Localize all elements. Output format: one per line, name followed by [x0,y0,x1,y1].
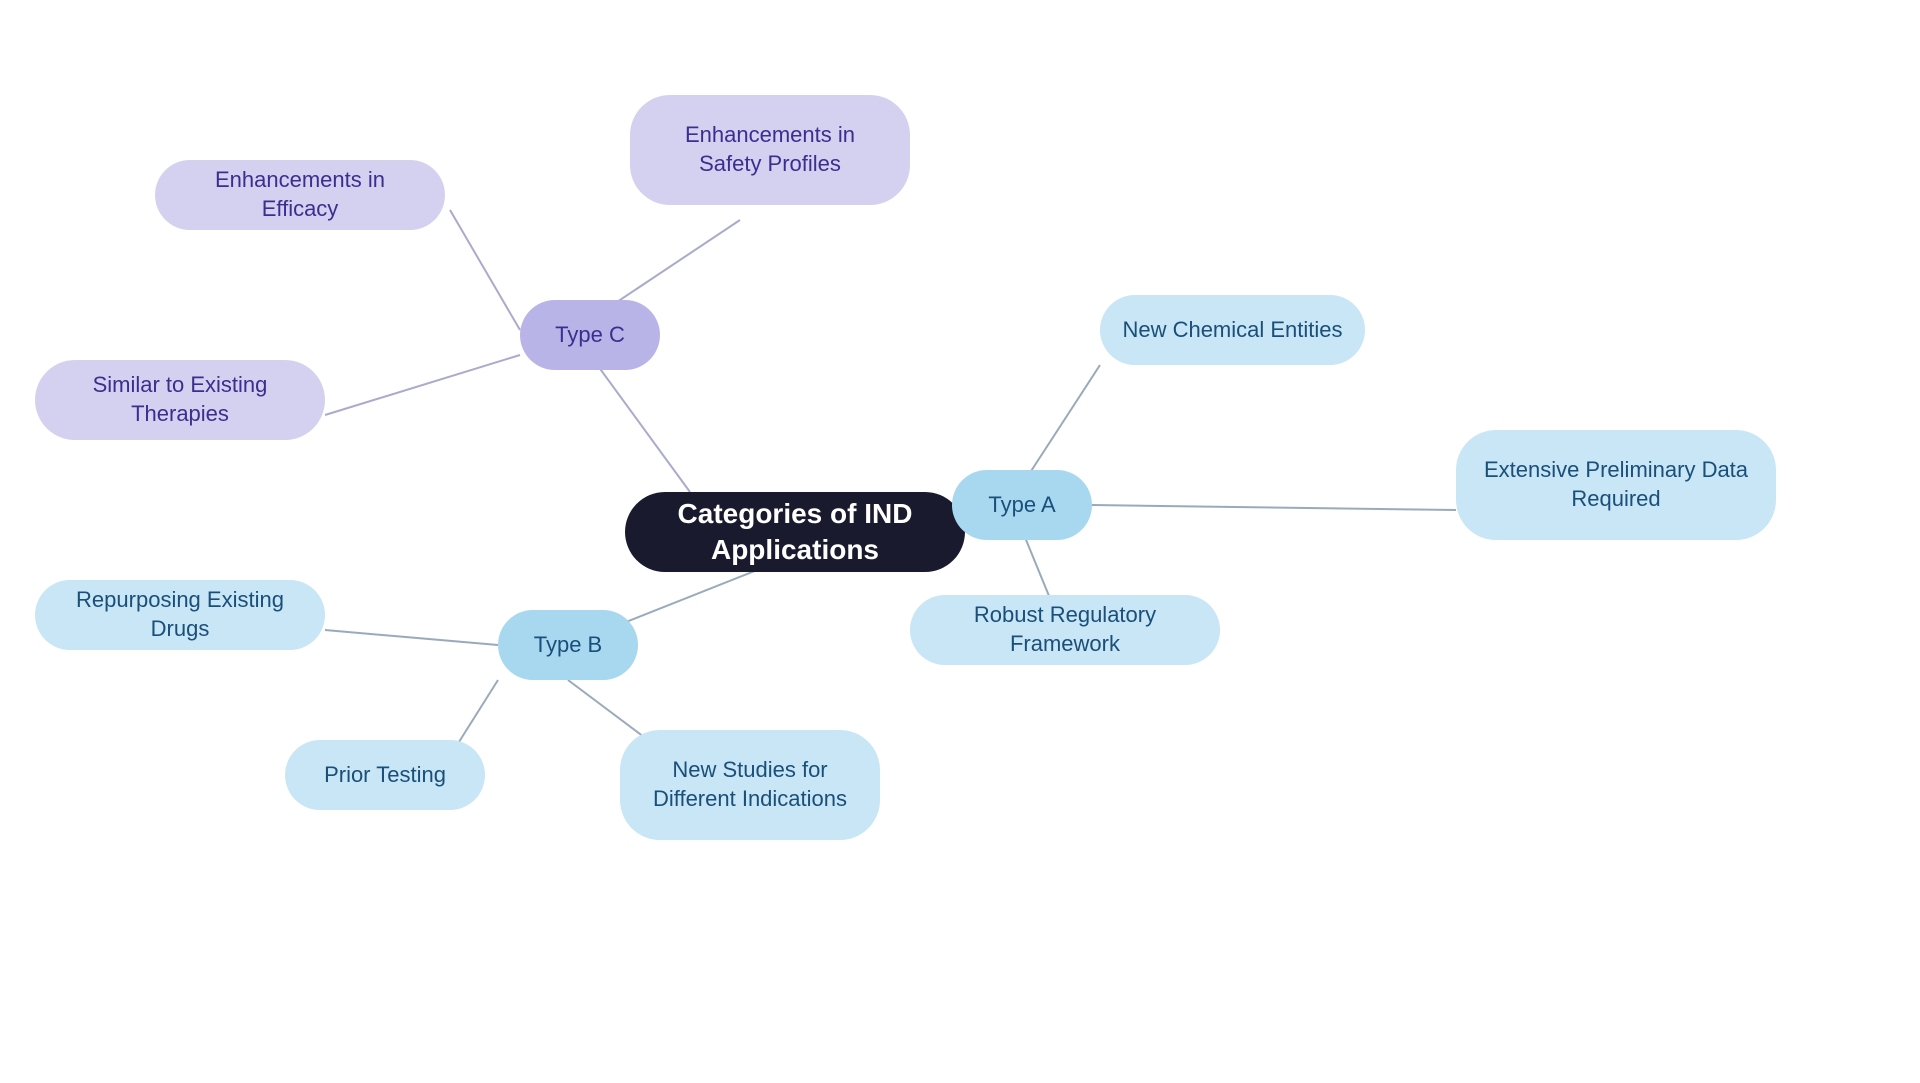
new-studies-node: New Studies for Different Indications [620,730,880,840]
similar-therapies-node: Similar to Existing Therapies [35,360,325,440]
type-a-node: Type A [952,470,1092,540]
enhancements-efficacy-node: Enhancements in Efficacy [155,160,445,230]
enhancements-safety-node: Enhancements in Safety Profiles [630,95,910,205]
repurposing-existing-drugs-node: Repurposing Existing Drugs [35,580,325,650]
robust-regulatory-framework-node: Robust Regulatory Framework [910,595,1220,665]
type-b-node: Type B [498,610,638,680]
center-node: Categories of IND Applications [625,492,965,572]
type-c-node: Type C [520,300,660,370]
extensive-preliminary-data-node: Extensive Preliminary Data Required [1456,430,1776,540]
new-chemical-entities-node: New Chemical Entities [1100,295,1365,365]
prior-testing-node: Prior Testing [285,740,485,810]
